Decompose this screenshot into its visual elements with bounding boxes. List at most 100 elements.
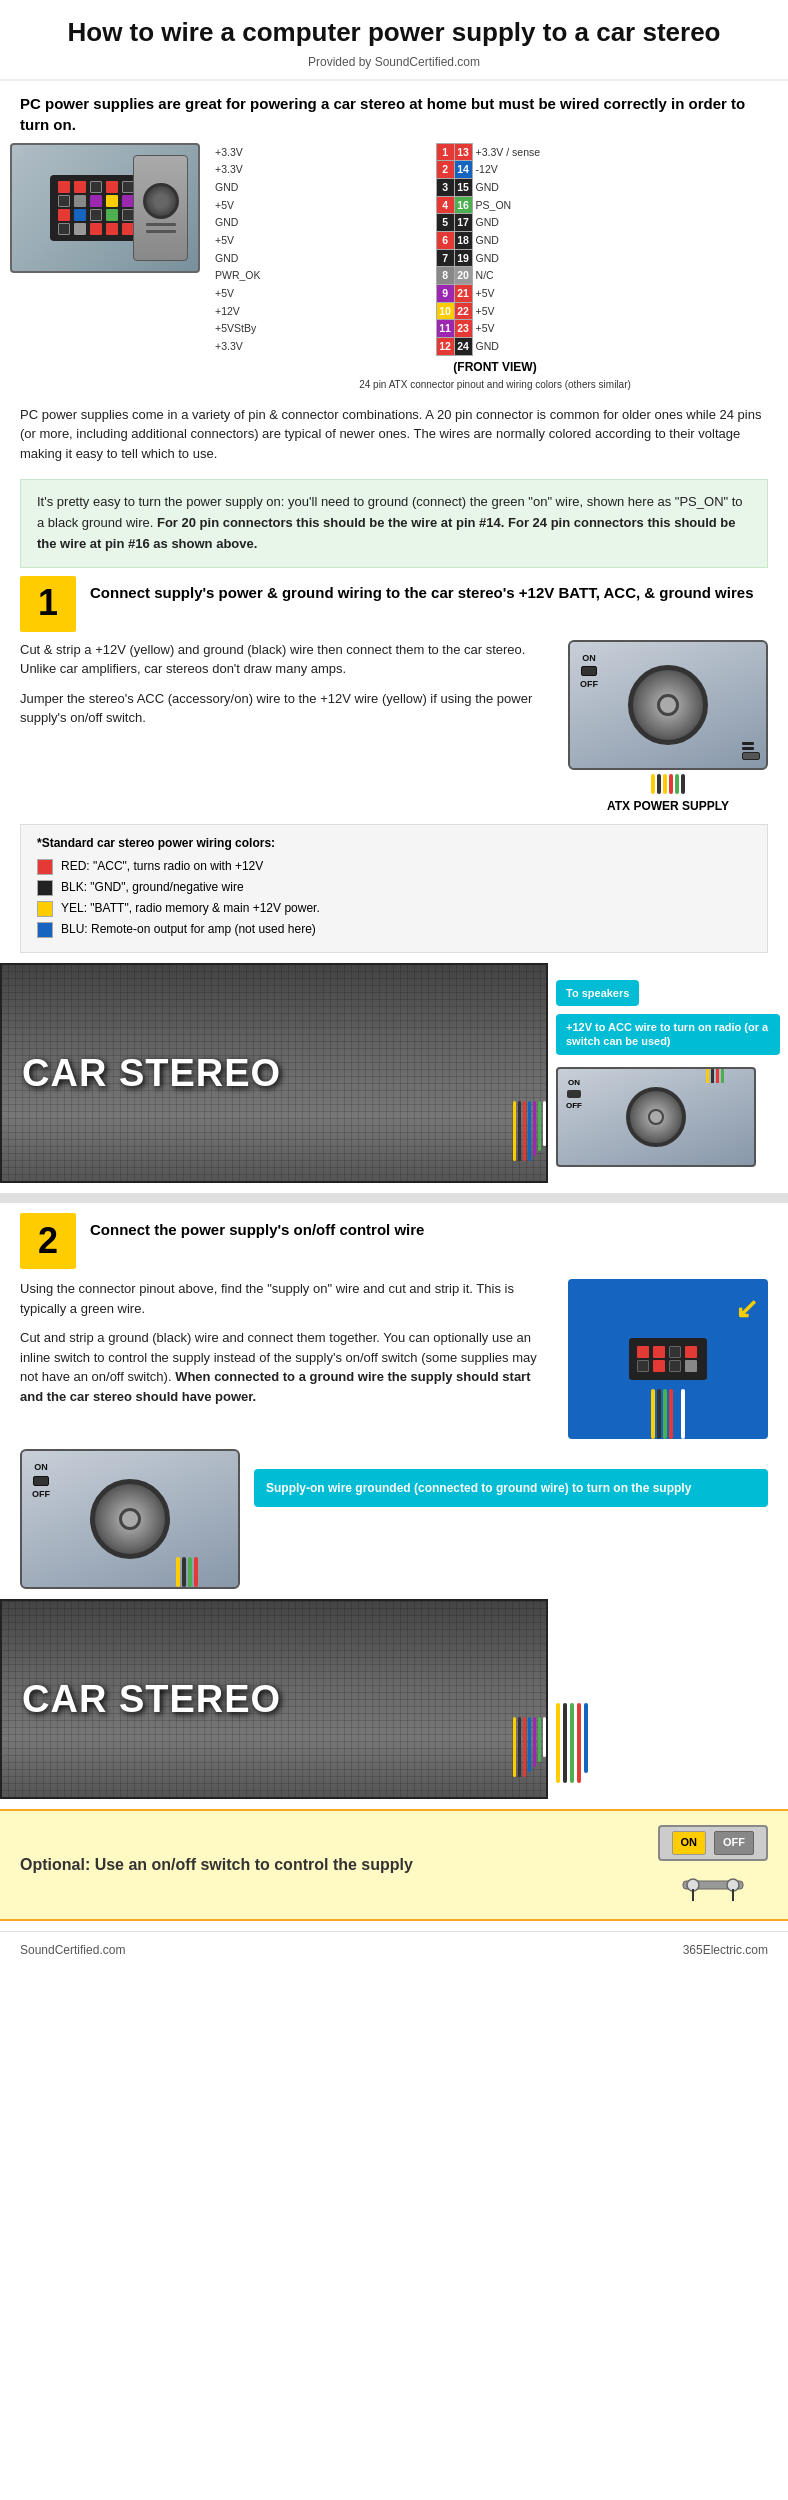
wiring-color-item-0: RED: "ACC", turns radio on with +12V	[37, 858, 751, 875]
header: How to wire a computer power supply to a…	[0, 0, 788, 81]
pin-section: +3.3V 1 13 +3.3V / sense +3.3V 2 14 -12V…	[0, 143, 788, 399]
pin-label-right: GND	[472, 232, 778, 250]
pin-num-right: 14	[454, 161, 472, 179]
pin-caption: 24 pin ATX connector pinout and wiring c…	[212, 378, 778, 391]
on-button[interactable]: ON	[672, 1831, 707, 1854]
pin-table-row: +12V 10 22 +5V	[212, 302, 778, 320]
pin-num-right: 23	[454, 320, 472, 338]
switch-terminals-icon	[673, 1865, 753, 1905]
pin-label-right: +3.3V / sense	[472, 143, 778, 161]
pin-label-right: PS_ON	[472, 196, 778, 214]
off-button[interactable]: OFF	[714, 1831, 754, 1854]
step2-desc1: Using the connector pinout above, find t…	[20, 1279, 554, 1318]
car-stereo-diagram-1: CAR STEREO To speakers +12V to ACC wire …	[0, 963, 788, 1183]
pin-label-left: PWR_OK	[212, 267, 436, 285]
pin-num-right: 19	[454, 249, 472, 267]
car-stereo-label-2: CAR STEREO	[22, 1673, 281, 1726]
pin-num-left: 7	[436, 249, 454, 267]
step1-desc2: Jumper the stereo's ACC (accessory/on) w…	[20, 689, 554, 728]
atx-right: ON OFF ATX POWER SUPPLY	[568, 640, 768, 815]
pin-num-right: 16	[454, 196, 472, 214]
wiring-color-item-2: YEL: "BATT", radio memory & main +12V po…	[37, 900, 751, 917]
wiring-illustration: ↙	[568, 1279, 768, 1439]
atx-small-box: ON OFF	[556, 1067, 756, 1167]
pin-num-right: 24	[454, 338, 472, 356]
pin-label-right: +5V	[472, 285, 778, 303]
connector-image	[10, 143, 200, 273]
pin-label-left: +3.3V	[212, 161, 436, 179]
pin-num-left: 5	[436, 214, 454, 232]
step1-number: 1	[20, 576, 76, 632]
optional-label: Optional: Use an on/off switch to contro…	[20, 1854, 642, 1876]
pin-num-right: 21	[454, 285, 472, 303]
pin-num-right: 17	[454, 214, 472, 232]
pin-table-wrapper: +3.3V 1 13 +3.3V / sense +3.3V 2 14 -12V…	[212, 143, 778, 391]
pin-table-row: +5V 4 16 PS_ON	[212, 196, 778, 214]
pin-num-right: 13	[454, 143, 472, 161]
footer-left: SoundCertified.com	[20, 1942, 125, 1959]
intro-text: PC power supplies are great for powering…	[0, 81, 788, 143]
pin-label-right: -12V	[472, 161, 778, 179]
step1-left: Cut & strip a +12V (yellow) and ground (…	[20, 640, 554, 815]
step2-number: 2	[20, 1213, 76, 1269]
supply-callout: Supply-on wire grounded (connected to gr…	[254, 1469, 768, 1507]
pin-num-left: 3	[436, 178, 454, 196]
tooltip-speakers: To speakers	[556, 980, 639, 1006]
diagram2-right	[548, 1599, 788, 1799]
pin-label-right: GND	[472, 249, 778, 267]
tooltip-12v: +12V to ACC wire to turn on radio (or a …	[556, 1014, 780, 1055]
stereo-box-2: CAR STEREO	[0, 1599, 548, 1799]
pin-label-left: +5VStBy	[212, 320, 436, 338]
pin-table-row: +5V 6 18 GND	[212, 232, 778, 250]
stereo-box-1: CAR STEREO	[0, 963, 548, 1183]
step1-header: 1 Connect supply's power & ground wiring…	[20, 576, 768, 632]
step1-title: Connect supply's power & ground wiring t…	[90, 576, 753, 603]
pin-table-row: +3.3V 12 24 GND	[212, 338, 778, 356]
pin-num-right: 18	[454, 232, 472, 250]
pin-label-right: N/C	[472, 267, 778, 285]
pin-table-row: GND 5 17 GND	[212, 214, 778, 232]
pin-label-right: GND	[472, 214, 778, 232]
wiring-color-item-3: BLU: Remote-on output for amp (not used …	[37, 921, 751, 938]
pin-label-left: +3.3V	[212, 143, 436, 161]
pin-label-right: GND	[472, 338, 778, 356]
car-stereo-diagram-2: CAR STEREO	[0, 1599, 788, 1799]
pin-num-left: 8	[436, 267, 454, 285]
atx-supply-box: ON OFF	[568, 640, 768, 770]
pin-num-right: 22	[454, 302, 472, 320]
step2-desc2: Cut and strip a ground (black) wire and …	[20, 1328, 554, 1406]
footer: SoundCertified.com 365Electric.com	[0, 1931, 788, 1969]
pin-label-left: +3.3V	[212, 338, 436, 356]
pin-label-right: +5V	[472, 320, 778, 338]
pin-label-left: +5V	[212, 196, 436, 214]
pin-label-left: +5V	[212, 232, 436, 250]
pin-table-row: GND 3 15 GND	[212, 178, 778, 196]
pin-table-row: +5VStBy 11 23 +5V	[212, 320, 778, 338]
pin-num-left: 9	[436, 285, 454, 303]
note-box: It's pretty easy to turn the power suppl…	[20, 479, 768, 567]
section-divider-1	[0, 1193, 788, 1203]
wiring-colors-box: *Standard car stereo power wiring colors…	[20, 824, 768, 953]
wiring-colors-title: *Standard car stereo power wiring colors…	[37, 835, 751, 852]
psu-description: PC power supplies come in a variety of p…	[0, 399, 788, 472]
wiring-color-item-1: BLK: "GND", ground/negative wire	[37, 879, 751, 896]
pin-num-left: 2	[436, 161, 454, 179]
front-view-label: (FRONT VIEW)	[212, 359, 778, 376]
step1-container: 1 Connect supply's power & ground wiring…	[0, 576, 788, 632]
pin-label-left: +5V	[212, 285, 436, 303]
step2-title: Connect the power supply's on/off contro…	[90, 1213, 424, 1240]
optional-text: Optional: Use an on/off switch to contro…	[20, 1854, 642, 1876]
pin-table-row: +5V 9 21 +5V	[212, 285, 778, 303]
provided-by: Provided by SoundCertified.com	[60, 54, 728, 71]
pin-num-left: 12	[436, 338, 454, 356]
step2-header: 2 Connect the power supply's on/off cont…	[20, 1213, 768, 1269]
pin-num-left: 6	[436, 232, 454, 250]
optional-switch-section: Optional: Use an on/off switch to contro…	[0, 1809, 788, 1920]
pin-label-right: GND	[472, 178, 778, 196]
switch-illustration: ON OFF	[658, 1825, 769, 1904]
pin-num-left: 1	[436, 143, 454, 161]
pin-table-row: GND 7 19 GND	[212, 249, 778, 267]
step2-content: Using the connector pinout above, find t…	[0, 1279, 788, 1439]
atx-label: ATX POWER SUPPLY	[607, 798, 729, 815]
step2-supply-row: ON OFF Supply-on wire grounded (connecte…	[0, 1439, 788, 1589]
